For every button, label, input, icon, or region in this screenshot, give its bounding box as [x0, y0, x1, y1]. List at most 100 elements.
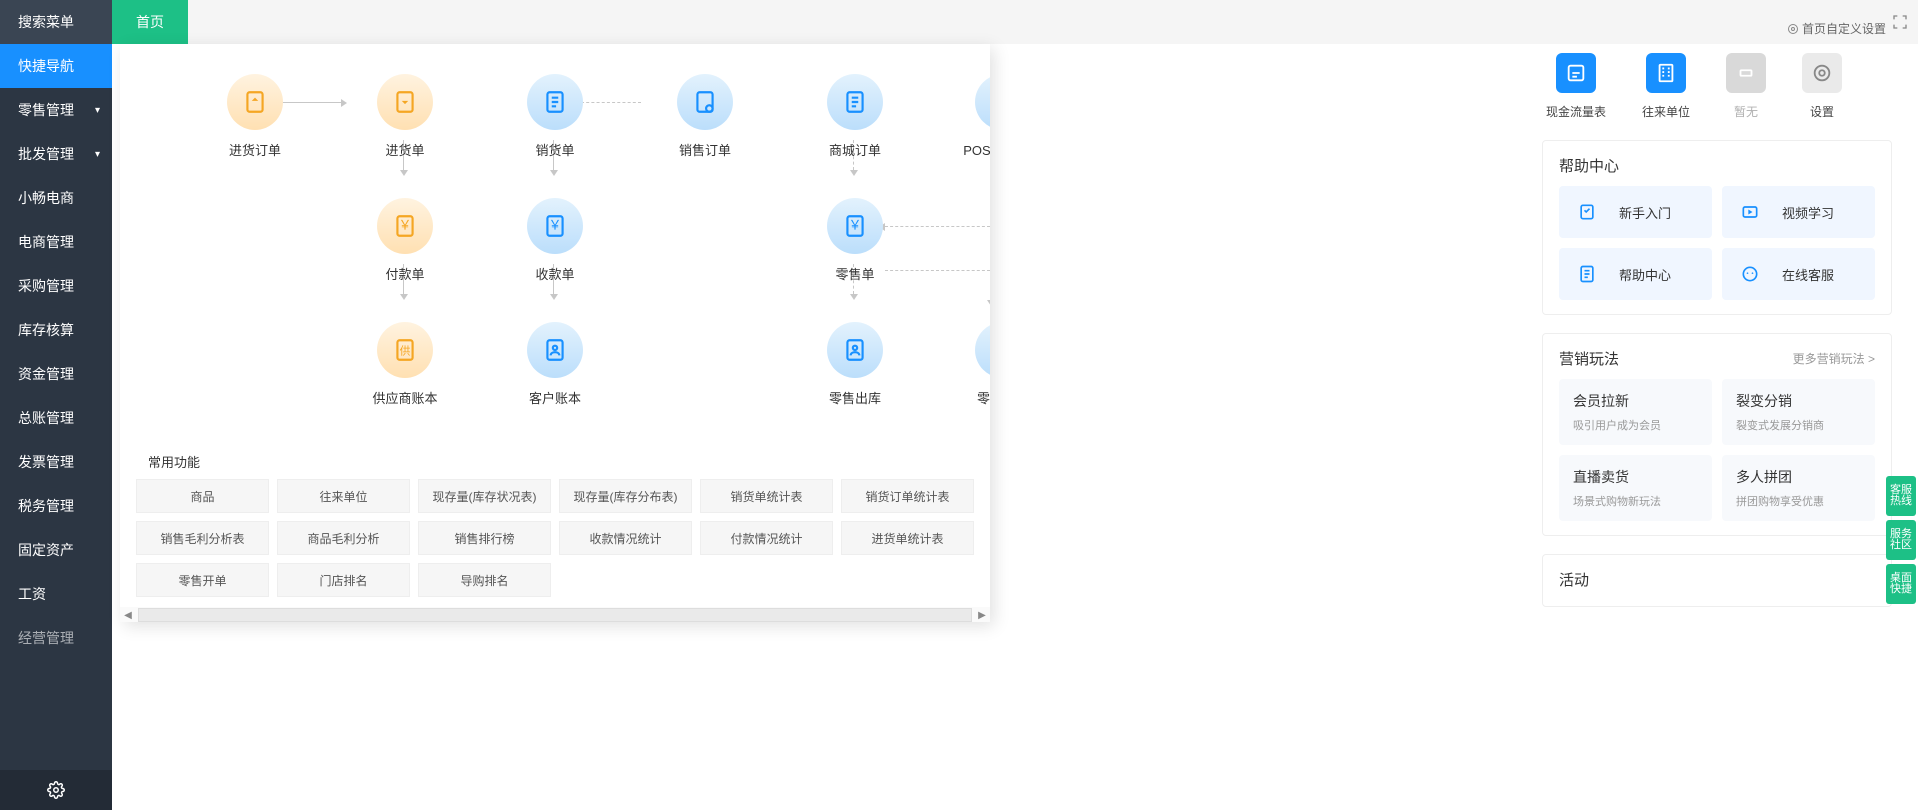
common-func-button[interactable]: 商品毛利分析: [277, 521, 410, 555]
floater-community[interactable]: 服务社区: [1886, 520, 1916, 560]
floater-label: 服务社区: [1886, 529, 1916, 551]
common-func-button[interactable]: 导购排名: [418, 563, 551, 597]
flow-node-customer-ledger[interactable]: 客户账本: [480, 322, 630, 446]
floater-desktop[interactable]: 桌面快捷: [1886, 564, 1916, 604]
sidebar-funds[interactable]: 资金管理: [0, 352, 112, 396]
sidebar-invoice[interactable]: 发票管理: [0, 440, 112, 484]
help-item[interactable]: 在线客服: [1722, 248, 1875, 300]
sidebar-wholesale[interactable]: 批发管理▾: [0, 132, 112, 176]
home-settings-link[interactable]: 首页自定义设置: [1542, 20, 1892, 37]
sidebar-ops[interactable]: 经营管理: [0, 616, 112, 660]
tab-home[interactable]: 首页: [112, 0, 188, 44]
help-label: 新手入门: [1619, 203, 1671, 222]
flow-node-purchase-order[interactable]: 进货订单: [180, 74, 330, 198]
help-item[interactable]: 帮助中心: [1559, 248, 1712, 300]
sidebar-retail[interactable]: 零售管理▾: [0, 88, 112, 132]
flow-node-purchase[interactable]: 进货单: [330, 74, 480, 198]
dashboard-tile[interactable]: 现金流量表: [1546, 53, 1606, 120]
common-func-button[interactable]: 往来单位: [277, 479, 410, 513]
flow-node-sales-order[interactable]: 销售订单: [630, 74, 780, 198]
tile-label: 暂无: [1734, 103, 1758, 120]
sidebar-stock[interactable]: 库存核算: [0, 308, 112, 352]
flow-label: 进货单: [385, 140, 424, 159]
help-icon: [1736, 260, 1764, 288]
common-func-button[interactable]: 现存量(库存分布表): [559, 479, 692, 513]
floater-label: 桌面快捷: [1886, 573, 1916, 595]
flow-node-retail[interactable]: ￥零售单: [780, 198, 930, 322]
flow-node-supplier-ledger[interactable]: 供供应商账本: [330, 322, 480, 446]
flow-label: 进货订单: [229, 140, 281, 159]
common-func-button[interactable]: 进货单统计表: [841, 521, 974, 555]
horizontal-scrollbar[interactable]: ◀ ▶: [120, 607, 990, 622]
promo-card[interactable]: 裂变分销裂变式发展分销商: [1722, 379, 1875, 445]
common-func-button[interactable]: 销货订单统计表: [841, 479, 974, 513]
activity-panel: 活动: [1542, 554, 1892, 607]
promo-subtitle: 拼团购物享受优惠: [1736, 493, 1861, 509]
sidebar-label: 电商管理: [18, 232, 74, 252]
promo-title: 会员拉新: [1573, 391, 1698, 411]
svg-text:供: 供: [400, 343, 411, 357]
flow-label: 销货单: [535, 140, 574, 159]
sidebar-label: 批发管理: [18, 144, 74, 164]
help-label: 视频学习: [1782, 203, 1834, 222]
flow-label: 销售订单: [679, 140, 731, 159]
sidebar-purchase[interactable]: 采购管理: [0, 264, 112, 308]
sidebar-quicknav[interactable]: 快捷导航: [0, 44, 112, 88]
common-func-button[interactable]: 收款情况统计: [559, 521, 692, 555]
tab-label: 首页: [136, 12, 164, 32]
doc-in-icon: [227, 74, 283, 130]
flow-label: 供应商账本: [372, 388, 437, 407]
promo-card[interactable]: 会员拉新吸引用户成为会员: [1559, 379, 1712, 445]
common-func-button[interactable]: 商品: [136, 479, 269, 513]
flow-node-sales[interactable]: 销货单: [480, 74, 630, 198]
sidebar-settings[interactable]: [0, 770, 112, 810]
common-func-button[interactable]: 销售毛利分析表: [136, 521, 269, 555]
scroll-track[interactable]: [138, 608, 972, 622]
common-func-button[interactable]: 零售开单: [136, 563, 269, 597]
common-func-button[interactable]: 销售排行榜: [418, 521, 551, 555]
panel-title: 营销玩法: [1559, 348, 1619, 369]
promo-card[interactable]: 直播卖货场景式购物新玩法: [1559, 455, 1712, 521]
help-item[interactable]: 视频学习: [1722, 186, 1875, 238]
book-icon: 供: [377, 322, 433, 378]
flow-node-retail-out[interactable]: 零售出库: [780, 322, 930, 446]
right-column: 首页自定义设置 现金流量表往来单位暂无设置 帮助中心 新手入门视频学习帮助中心在…: [1542, 20, 1892, 625]
sidebar-fixedasset[interactable]: 固定资产: [0, 528, 112, 572]
sidebar-ec1[interactable]: 小畅电商: [0, 176, 112, 220]
sidebar-label: 资金管理: [18, 364, 74, 384]
sidebar-salary[interactable]: 工资: [0, 572, 112, 616]
sidebar-ledger[interactable]: 总账管理: [0, 396, 112, 440]
svg-text:￥: ￥: [548, 217, 561, 232]
tile-icon: [1646, 53, 1686, 93]
sidebar-search[interactable]: 搜索菜单: [0, 0, 112, 44]
dashboard-tile[interactable]: 暂无: [1726, 53, 1766, 120]
sidebar-ec2[interactable]: 电商管理: [0, 220, 112, 264]
user-doc-icon: [827, 322, 883, 378]
promo-title: 裂变分销: [1736, 391, 1861, 411]
sidebar-tax[interactable]: 税务管理: [0, 484, 112, 528]
scroll-left-button[interactable]: ◀: [120, 607, 136, 622]
common-func-button[interactable]: 销货单统计表: [700, 479, 833, 513]
help-icon: [1573, 198, 1601, 226]
sidebar-label: 快捷导航: [18, 56, 74, 76]
dashboard-tile[interactable]: 设置: [1802, 53, 1842, 120]
tile-icon: [1802, 53, 1842, 93]
flow-node-receipt[interactable]: ￥收款单: [480, 198, 630, 322]
dashboard-tile[interactable]: 往来单位: [1642, 53, 1690, 120]
doc-icon: [677, 74, 733, 130]
promo-card[interactable]: 多人拼团拼团购物享受优惠: [1722, 455, 1875, 521]
sidebar-label: 发票管理: [18, 452, 74, 472]
scroll-right-button[interactable]: ▶: [974, 607, 990, 622]
help-item[interactable]: 新手入门: [1559, 186, 1712, 238]
doc-out-icon: [377, 74, 433, 130]
flow-node-mall-order[interactable]: 商城订单: [780, 74, 930, 198]
more-link[interactable]: 更多营销玩法 >: [1793, 350, 1875, 367]
help-panel: 帮助中心 新手入门视频学习帮助中心在线客服: [1542, 140, 1892, 315]
flow-node-payment[interactable]: ￥付款单: [330, 198, 480, 322]
floater-hotline[interactable]: 客服热线: [1886, 476, 1916, 516]
common-title: 常用功能: [148, 452, 974, 471]
common-func-button[interactable]: 门店排名: [277, 563, 410, 597]
common-func-button[interactable]: 现存量(库存状况表): [418, 479, 551, 513]
common-func-button[interactable]: 付款情况统计: [700, 521, 833, 555]
tile-icon: [1556, 53, 1596, 93]
